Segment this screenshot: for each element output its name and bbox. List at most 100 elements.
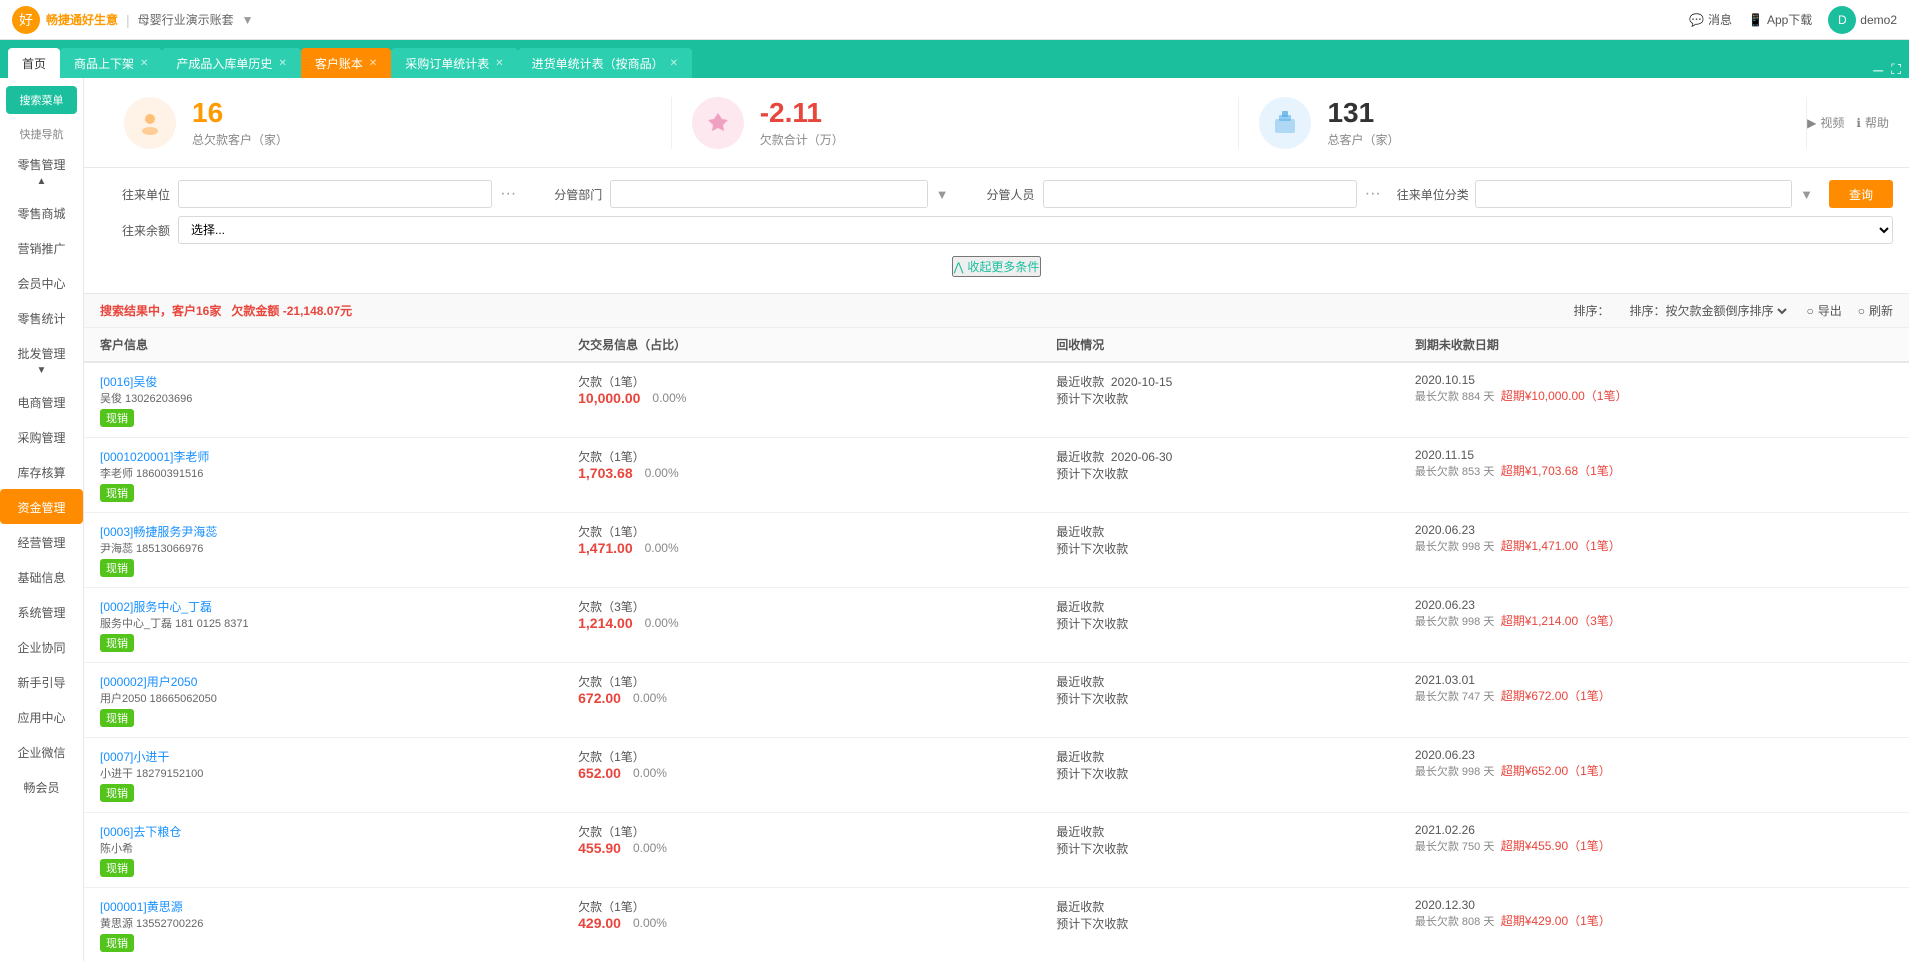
sidebar-item-purchase[interactable]: 采购管理 <box>0 419 83 454</box>
export-button[interactable]: ○ 导出 <box>1806 302 1841 319</box>
dept-input[interactable] <box>610 180 927 208</box>
debt-amount[interactable]: 1,703.68 <box>578 465 633 481</box>
tab-goods-stats-close[interactable]: ✕ <box>670 58 678 69</box>
overdue-days: 最长欠款 747 天 <box>1415 691 1498 703</box>
customer-info-cell: [000002]用户2050 用户2050 18665062050 现销 <box>100 673 578 727</box>
collapse-button[interactable]: ⋀ 收起更多条件 <box>952 256 1042 277</box>
overdue-amount-link[interactable]: 超期¥672.00（1笔） <box>1501 689 1611 703</box>
customer-code[interactable]: [0002]服务中心_丁磊 <box>100 598 578 615</box>
main-layout: 搜索菜单 快捷导航 零售管理 ▲ 零售商城 营销推广 会员中心 零售统计 批发管… <box>0 78 1909 961</box>
source-unit-dots[interactable]: ··· <box>500 185 516 203</box>
stat-debt-amount: -2.11 欠款合计（万） <box>672 97 1240 149</box>
overdue-days: 最长欠款 853 天 <box>1415 466 1498 478</box>
sidebar-item-marketing[interactable]: 营销推广 <box>0 230 83 265</box>
person-dots[interactable]: ··· <box>1365 185 1381 203</box>
dept-dropdown-icon[interactable]: ▼ <box>936 187 949 202</box>
overdue-amount-link[interactable]: 超期¥1,471.00（1笔） <box>1501 539 1621 553</box>
overdue-amount-link[interactable]: 超期¥429.00（1笔） <box>1501 914 1611 928</box>
sidebar-item-retail-stats[interactable]: 零售统计 <box>0 300 83 335</box>
customer-code[interactable]: [0003]畅捷服务尹海蕊 <box>100 523 578 540</box>
sidebar-item-vip[interactable]: 畅会员 <box>0 769 83 804</box>
tab-purchase-close[interactable]: ✕ <box>495 58 503 69</box>
divider: | <box>126 12 130 28</box>
tab-minimize-icon[interactable]: ─ <box>1873 62 1883 78</box>
debt-amount[interactable]: 652.00 <box>578 765 621 781</box>
debt-amount[interactable]: 10,000.00 <box>578 390 640 406</box>
overdue-amount-link[interactable]: 超期¥1,703.68（1笔） <box>1501 464 1621 478</box>
query-button[interactable]: 查询 <box>1829 180 1893 208</box>
collapse-text: 收起更多条件 <box>967 258 1039 275</box>
customer-code[interactable]: [000001]黄思源 <box>100 898 578 915</box>
sidebar-item-retail-mall[interactable]: 零售商城 <box>0 195 83 230</box>
due-date: 2020.10.15 <box>1415 373 1893 387</box>
unit-category-dropdown[interactable]: ▼ <box>1800 187 1813 202</box>
overdue-days: 最长欠款 998 天 <box>1415 616 1498 628</box>
tab-expand-icon[interactable]: ⛶ <box>1891 61 1901 78</box>
due-date: 2020.12.30 <box>1415 898 1893 912</box>
tab-goods-stats[interactable]: 进货单统计表（按商品） ✕ <box>518 48 692 78</box>
sidebar-item-basic-info[interactable]: 基础信息 <box>0 559 83 594</box>
stats-bar-actions: ▶ 视频 ℹ 帮助 <box>1807 114 1889 131</box>
person-label: 分管人员 <box>965 186 1035 203</box>
sidebar-item-members[interactable]: 会员中心 <box>0 265 83 300</box>
message-button[interactable]: 💬 消息 <box>1689 11 1732 28</box>
tab-purchase[interactable]: 采购订单统计表 ✕ <box>391 48 517 78</box>
customer-code[interactable]: [000002]用户2050 <box>100 673 578 690</box>
help-button[interactable]: ℹ 帮助 <box>1856 114 1889 131</box>
tab-customer-label: 客户账本 <box>315 55 363 72</box>
tab-home[interactable]: 首页 <box>8 48 60 78</box>
phone-icon: 📱 <box>1748 13 1763 27</box>
source-unit-input[interactable] <box>178 180 492 208</box>
header-customer: 客户信息 <box>100 336 578 353</box>
sidebar-item-ecommerce[interactable]: 电商管理 <box>0 384 83 419</box>
person-input[interactable] <box>1043 180 1357 208</box>
sidebar-item-newbie[interactable]: 新手引导 <box>0 664 83 699</box>
filter-row-2: 往来余额 选择... <box>100 216 1893 244</box>
sidebar-item-wechat[interactable]: 企业微信 <box>0 734 83 769</box>
unit-category-input[interactable] <box>1475 180 1792 208</box>
sort-select[interactable]: 排序：按欠款金额倒序排序 <box>1625 303 1790 319</box>
customer-code[interactable]: [0007]小进干 <box>100 748 578 765</box>
sidebar-item-system[interactable]: 系统管理 <box>0 594 83 629</box>
customer-code[interactable]: [0006]去下粮仓 <box>100 823 578 840</box>
sidebar-item-inventory[interactable]: 库存核算 <box>0 454 83 489</box>
tab-inventory-close[interactable]: ✕ <box>278 58 286 69</box>
recovery-cell: 最近收款 预计下次收款 <box>1056 598 1415 632</box>
debt-amount[interactable]: 455.90 <box>578 840 621 856</box>
tab-products[interactable]: 商品上下架 ✕ <box>60 48 162 78</box>
sidebar-item-finance[interactable]: 资金管理 <box>0 489 83 524</box>
tab-products-close[interactable]: ✕ <box>140 58 148 69</box>
debt-amount[interactable]: 429.00 <box>578 915 621 931</box>
sidebar-item-operations[interactable]: 经营管理 <box>0 524 83 559</box>
debt-amount[interactable]: 1,214.00 <box>578 615 633 631</box>
overdue-info: 最长欠款 998 天 超期¥652.00（1笔） <box>1415 762 1893 779</box>
sidebar-item-apps[interactable]: 应用中心 <box>0 699 83 734</box>
export-label: 导出 <box>1818 302 1842 319</box>
debt-cell: 欠款（1笔） 672.00 0.00% <box>578 673 1056 706</box>
overdue-amount-link[interactable]: 超期¥455.90（1笔） <box>1501 839 1611 853</box>
overdue-amount-link[interactable]: 超期¥652.00（1笔） <box>1501 764 1611 778</box>
customer-code[interactable]: [0016]吴俊 <box>100 373 578 390</box>
next-collection: 预计下次收款 <box>1056 765 1415 782</box>
sidebar-item-retail-mgmt[interactable]: 零售管理 ▲ <box>0 146 83 195</box>
customer-code[interactable]: [0001020001]李老师 <box>100 448 578 465</box>
video-button[interactable]: ▶ 视频 <box>1807 114 1844 131</box>
table-row: [000001]黄思源 黄思源 13552700226 现销 欠款（1笔） 42… <box>84 888 1909 961</box>
search-menu-button[interactable]: 搜索菜单 <box>6 86 77 114</box>
sidebar-item-enterprise[interactable]: 企业协同 <box>0 629 83 664</box>
tab-inventory[interactable]: 产成品入库单历史 ✕ <box>162 48 300 78</box>
tab-customer-close[interactable]: ✕ <box>369 58 377 69</box>
industry-select[interactable]: 母婴行业演示账套 <box>138 11 234 28</box>
debt-amount[interactable]: 1,471.00 <box>578 540 633 556</box>
user-menu[interactable]: D demo2 <box>1828 6 1897 34</box>
balance-select[interactable]: 选择... <box>178 216 1893 244</box>
refresh-button[interactable]: ○ 刷新 <box>1858 302 1893 319</box>
debt-amount[interactable]: 672.00 <box>578 690 621 706</box>
sidebar-item-wholesale[interactable]: 批发管理 ▼ <box>0 335 83 384</box>
tab-customer[interactable]: 客户账本 ✕ <box>301 48 391 78</box>
app-download-button[interactable]: 📱 App下载 <box>1748 11 1812 28</box>
overdue-amount-link[interactable]: 超期¥1,214.00（3笔） <box>1501 614 1621 628</box>
dept-label: 分管部门 <box>532 186 602 203</box>
debtors-icon <box>124 97 176 149</box>
overdue-amount-link[interactable]: 超期¥10,000.00（1笔） <box>1501 389 1628 403</box>
